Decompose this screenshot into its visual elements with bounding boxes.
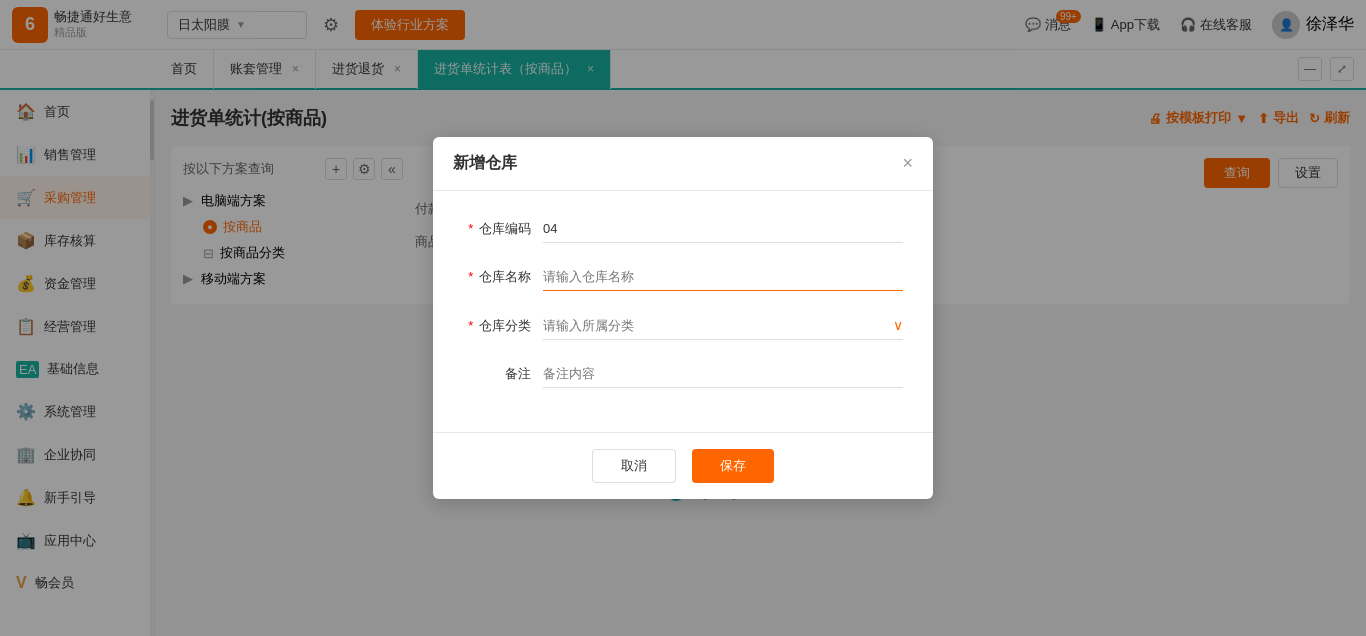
modal-header: 新增仓库 × [433,137,933,191]
modal-close-button[interactable]: × [902,153,913,174]
cancel-button[interactable]: 取消 [592,449,676,483]
modal-body: * 仓库编码 * 仓库名称 * 仓库分类 [433,191,933,432]
category-label: * 仓库分类 [463,317,543,335]
new-warehouse-modal: 新增仓库 × * 仓库编码 * 仓库名称 [433,137,933,499]
save-button[interactable]: 保存 [692,449,774,483]
category-select-row: ∨ [543,311,903,340]
modal-overlay: 新增仓库 × * 仓库编码 * 仓库名称 [0,0,1366,636]
warehouse-name-input[interactable] [543,263,903,291]
category-dropdown-arrow[interactable]: ∨ [893,317,903,333]
modal-footer: 取消 保存 [433,432,933,499]
form-row-name: * 仓库名称 [463,263,903,291]
form-row-notes: 备注 [463,360,903,388]
name-required-star: * [468,269,473,284]
warehouse-notes-input[interactable] [543,360,903,388]
warehouse-category-input[interactable] [543,318,893,333]
name-label: * 仓库名称 [463,268,543,286]
code-required-star: * [468,221,473,236]
warehouse-code-input[interactable] [543,215,903,243]
form-row-code: * 仓库编码 [463,215,903,243]
modal-title: 新增仓库 [453,153,517,174]
category-required-star: * [468,318,473,333]
form-row-category: * 仓库分类 ∨ [463,311,903,340]
code-label: * 仓库编码 [463,220,543,238]
notes-label: 备注 [463,365,543,383]
